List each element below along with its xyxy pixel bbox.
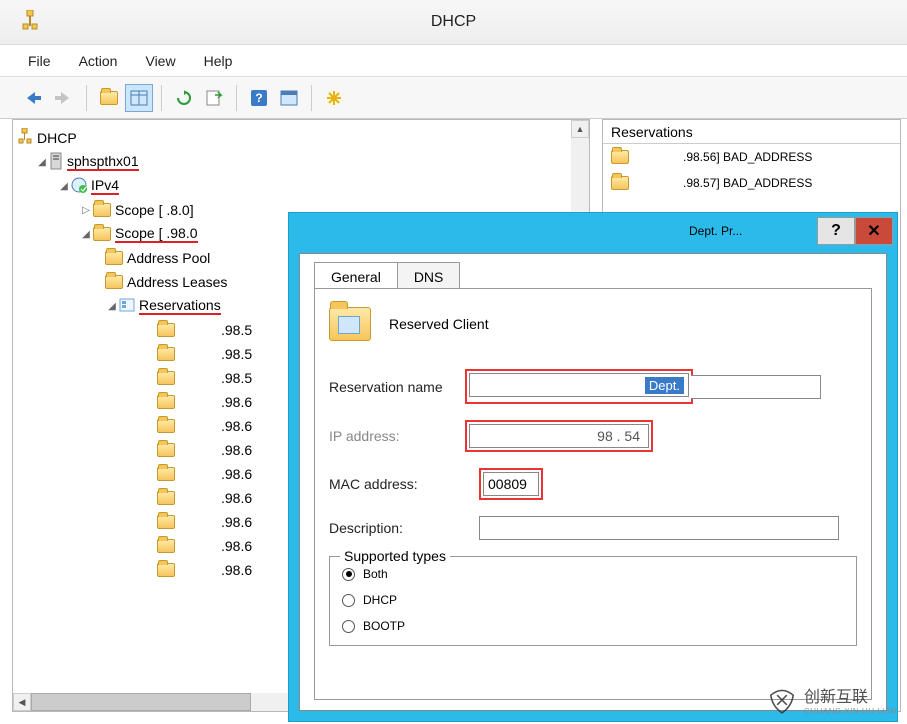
folder-icon — [157, 395, 175, 409]
folder-icon — [611, 150, 629, 164]
radio-icon — [342, 594, 355, 607]
dialog-title-text: Dept. Pr... — [689, 224, 742, 238]
properties-button[interactable] — [275, 84, 303, 112]
folder-icon — [93, 227, 111, 241]
collapse-icon[interactable]: ◢ — [79, 229, 93, 240]
scroll-left-icon[interactable]: ◀ — [13, 693, 31, 711]
folder-icon — [611, 176, 629, 190]
tree-server[interactable]: ◢ sphspthx01 — [17, 150, 585, 174]
reservation-name-input[interactable] — [691, 375, 821, 399]
menu-action[interactable]: Action — [79, 53, 118, 69]
back-button[interactable] — [20, 84, 48, 112]
supported-types-legend: Supported types — [340, 548, 450, 564]
dialog-heading: Reserved Client — [389, 316, 489, 332]
up-folder-button[interactable] — [95, 84, 123, 112]
ip-address-label: IP address: — [329, 428, 465, 444]
window-title: DHCP — [431, 13, 476, 31]
tab-content-general: Reserved Client Reservation name Dept. I… — [314, 288, 872, 700]
scroll-up-icon[interactable]: ▲ — [571, 120, 589, 138]
svg-text:?: ? — [255, 91, 262, 105]
dialog-close-button[interactable]: ✕ — [855, 217, 893, 245]
ipv4-icon — [71, 177, 87, 196]
folder-icon — [157, 515, 175, 529]
tree-ipv4[interactable]: ◢ IPv4 — [17, 174, 585, 198]
folder-icon — [157, 443, 175, 457]
server-icon — [49, 152, 63, 173]
toolbar: ? — [0, 77, 907, 119]
folder-icon — [105, 275, 123, 289]
folder-icon — [157, 467, 175, 481]
folder-icon — [93, 203, 111, 217]
mac-address-input[interactable]: 00809 — [483, 472, 539, 496]
folder-icon — [157, 371, 175, 385]
list-item[interactable]: .98.56] BAD_ADDRESS — [603, 144, 900, 170]
folder-icon — [157, 563, 175, 577]
scroll-thumb[interactable] — [31, 693, 251, 711]
reservations-icon — [119, 298, 135, 315]
folder-icon — [105, 251, 123, 265]
radio-bootp[interactable]: BOOTP — [342, 619, 844, 633]
dhcp-app-icon — [20, 10, 40, 35]
dhcp-icon — [17, 128, 33, 149]
properties-dialog: Dept. Pr... ? ✕ General DNS Reserved Cli… — [288, 212, 898, 722]
new-button[interactable] — [320, 84, 348, 112]
folder-icon — [157, 323, 175, 337]
menu-bar: File Action View Help — [0, 45, 907, 77]
export-button[interactable] — [200, 84, 228, 112]
description-label: Description: — [329, 520, 479, 536]
radio-both[interactable]: Both — [342, 567, 844, 581]
mac-address-label: MAC address: — [329, 476, 479, 492]
window-title-bar: DHCP — [0, 0, 907, 45]
watermark-text: 创新互联 — [804, 683, 897, 707]
tree-root[interactable]: DHCP — [17, 126, 585, 150]
folder-icon — [157, 491, 175, 505]
reservation-name-value: Dept. — [645, 377, 684, 394]
ip-address-input[interactable]: 98 . 54 — [469, 424, 649, 448]
dialog-help-button[interactable]: ? — [817, 217, 855, 245]
list-item[interactable]: .98.57] BAD_ADDRESS — [603, 170, 900, 196]
watermark-subtext: CHUANG XIN HU LIAN — [804, 707, 897, 716]
folder-icon — [157, 539, 175, 553]
radio-dhcp[interactable]: DHCP — [342, 593, 844, 607]
dialog-title-bar[interactable]: Dept. Pr... ? ✕ — [289, 213, 897, 249]
description-input[interactable] — [479, 516, 839, 540]
reserved-client-icon — [329, 307, 371, 341]
radio-icon — [342, 620, 355, 633]
watermark: 创新互联 CHUANG XIN HU LIAN — [766, 683, 897, 716]
menu-file[interactable]: File — [28, 53, 51, 69]
supported-types-fieldset: Supported types Both DHCP BOOTP — [329, 556, 857, 646]
menu-view[interactable]: View — [145, 53, 175, 69]
forward-button[interactable] — [50, 84, 78, 112]
watermark-logo-icon — [766, 684, 798, 716]
collapse-icon[interactable]: ◢ — [57, 181, 71, 192]
collapse-icon[interactable]: ◢ — [105, 301, 119, 312]
reservation-name-label: Reservation name — [329, 379, 465, 395]
refresh-button[interactable] — [170, 84, 198, 112]
radio-icon — [342, 568, 355, 581]
help-button[interactable]: ? — [245, 84, 273, 112]
list-header[interactable]: Reservations — [603, 120, 900, 144]
folder-icon — [157, 419, 175, 433]
collapse-icon[interactable]: ◢ — [35, 157, 49, 168]
detail-view-button[interactable] — [125, 84, 153, 112]
expand-icon[interactable]: ▷ — [79, 205, 93, 216]
folder-icon — [157, 347, 175, 361]
menu-help[interactable]: Help — [204, 53, 233, 69]
